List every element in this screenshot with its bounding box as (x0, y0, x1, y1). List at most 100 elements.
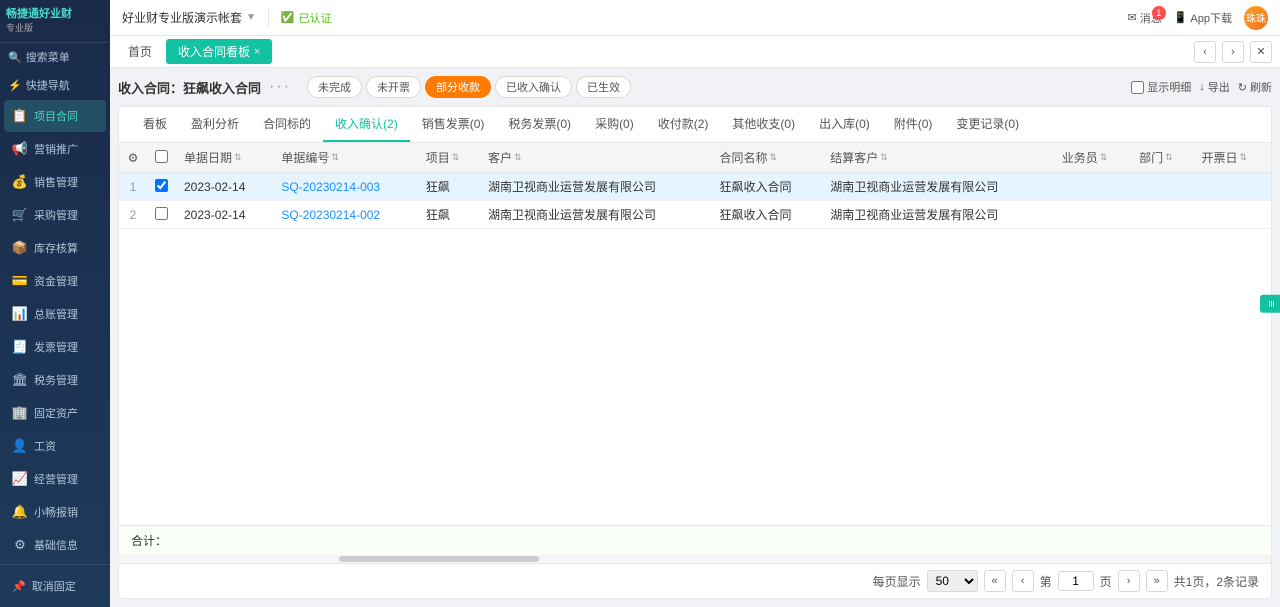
sort-contract[interactable]: 合同名称⇅ (720, 149, 778, 166)
sidebar-item-general[interactable]: 📊 总账管理 (4, 298, 106, 330)
sidebar-item-sales[interactable]: 💰 销售管理 (4, 166, 106, 198)
first-page-button[interactable]: « (984, 570, 1006, 592)
unpin-button[interactable]: 📌 取消固定 (4, 570, 106, 602)
subtab-profit[interactable]: 盈利分析 (179, 107, 251, 142)
content-area: 收入合同：狂飙收入合同 ··· 未完成 未开票 部分收款 已收入确认 已生效 显… (110, 68, 1280, 607)
logo-text: 畅捷通好业财 (6, 8, 72, 21)
next-tab-button[interactable]: › (1222, 41, 1244, 63)
row-project: 狂飙 (418, 201, 480, 229)
status-btn-effective[interactable]: 已生效 (576, 76, 631, 98)
contract-breadcrumb: 收入合同：狂飙收入合同 (118, 78, 261, 97)
general-icon: 📊 (12, 306, 28, 322)
export-icon: ↓ (1199, 81, 1205, 93)
avatar[interactable]: 珠珠 (1244, 6, 1268, 30)
chevron-down-icon: ▼ (246, 12, 256, 23)
table-row[interactable]: 1 2023-02-14 SQ-20230214-003 狂飙 湖南卫视商业运营… (119, 173, 1271, 201)
row-date: 2023-02-14 (176, 173, 273, 201)
mobile-icon: 📱 (1174, 11, 1188, 24)
right-float-action[interactable]: ≡ (1260, 294, 1280, 312)
sidebar-item-purchase[interactable]: 🛒 采购管理 (4, 199, 106, 231)
select-all-checkbox[interactable] (155, 150, 168, 163)
sidebar-item-tax[interactable]: 🏛 税务管理 (4, 364, 106, 396)
row-checkbox[interactable] (155, 179, 168, 192)
scrollbar-thumb[interactable] (339, 556, 539, 562)
status-btn-uninvoiced[interactable]: 未开票 (366, 76, 421, 98)
contract-breadcrumb-prefix: 收入合同： (118, 81, 183, 96)
subtab-tax-invoice[interactable]: 税务发票(0) (496, 107, 583, 142)
sort-settlement[interactable]: 结算客户⇅ (830, 149, 888, 166)
assets-icon: 🏢 (12, 405, 28, 421)
sort-open-date[interactable]: 开票日⇅ (1202, 149, 1248, 166)
row-salesperson (1054, 173, 1131, 201)
subtab-changelog[interactable]: 变更记录(0) (944, 107, 1031, 142)
topbar-divider (268, 8, 269, 28)
company-selector[interactable]: 好业财专业版演示帐套 ▼ (122, 9, 256, 26)
sidebar-item-project[interactable]: 📋 项目合同 (4, 100, 106, 132)
show-detail-input[interactable] (1131, 81, 1144, 94)
sort-number[interactable]: 单据编号⇅ (281, 149, 339, 166)
quick-nav-item[interactable]: ⚡ 快捷导航 (0, 71, 110, 99)
row-number-link[interactable]: SQ-20230214-002 (281, 208, 380, 222)
subtab-payment[interactable]: 收付款(2) (646, 107, 721, 142)
sort-icon: ⇅ (331, 152, 339, 163)
sidebar-item-label: 采购管理 (34, 207, 78, 223)
sidebar-item-inventory[interactable]: 📦 库存核算 (4, 232, 106, 264)
subtab-revenue[interactable]: 收入确认(2) (323, 107, 410, 142)
sidebar-item-base[interactable]: ⚙ 基础信息 (4, 529, 106, 561)
subtab-board[interactable]: 看板 (131, 107, 179, 142)
gear-icon[interactable]: ⚙ (128, 151, 139, 165)
subtab-warehouse[interactable]: 出入库(0) (807, 107, 882, 142)
page-indicator-prefix: 第 (1040, 573, 1052, 590)
home-tab[interactable]: 首页 (118, 39, 162, 64)
sidebar-item-invoice[interactable]: 🧾 发票管理 (4, 331, 106, 363)
sidebar-item-manage[interactable]: 📈 经营管理 (4, 463, 106, 495)
close-all-button[interactable]: ✕ (1250, 41, 1272, 63)
prev-page-button[interactable]: ‹ (1012, 570, 1034, 592)
sidebar-item-label: 工资 (34, 438, 56, 454)
active-tab[interactable]: 收入合同看板 × (166, 39, 272, 64)
sort-salesperson[interactable]: 业务员⇅ (1062, 149, 1108, 166)
sidebar-item-fund[interactable]: 💳 资金管理 (4, 265, 106, 297)
subtab-attachment[interactable]: 附件(0) (882, 107, 945, 142)
sidebar-scroll: 📋 项目合同 📢 营销推广 💰 销售管理 🛒 采购管理 📦 库存核算 💳 资金管… (0, 99, 110, 564)
sort-project[interactable]: 项目⇅ (426, 149, 460, 166)
messages-count-badge: 1 (1152, 6, 1166, 20)
col-salesperson-label: 业务员 (1062, 149, 1098, 166)
sidebar-item-report[interactable]: 🔔 小畅报销 (4, 496, 106, 528)
messages-button[interactable]: ✉ 消息 1 (1128, 10, 1162, 26)
sidebar-item-assets[interactable]: 🏢 固定资产 (4, 397, 106, 429)
subtab-subject[interactable]: 合同标的 (251, 107, 323, 142)
more-button[interactable]: ··· (269, 78, 291, 96)
subtab-purchase[interactable]: 采购(0) (583, 107, 646, 142)
horizontal-scrollbar[interactable] (119, 555, 1271, 563)
subtab-other[interactable]: 其他收支(0) (720, 107, 807, 142)
row-number-link[interactable]: SQ-20230214-003 (281, 180, 380, 194)
table-row[interactable]: 2 2023-02-14 SQ-20230214-002 狂飙 湖南卫视商业运营… (119, 201, 1271, 229)
last-page-button[interactable]: » (1146, 570, 1168, 592)
refresh-button[interactable]: ↻ 刷新 (1238, 79, 1272, 95)
status-btn-confirmed[interactable]: 已收入确认 (495, 76, 572, 98)
show-detail-label: 显示明细 (1147, 79, 1191, 95)
export-button[interactable]: ↓ 导出 (1199, 79, 1230, 95)
show-detail-checkbox[interactable]: 显示明细 (1131, 79, 1191, 95)
row-checkbox[interactable] (155, 207, 168, 220)
app-download-button[interactable]: 📱 App下载 (1174, 10, 1232, 26)
sidebar-item-hr[interactable]: 👤 工资 (4, 430, 106, 462)
search-menu-item[interactable]: 🔍 搜索菜单 (0, 43, 110, 71)
subtab-sales-invoice[interactable]: 销售发票(0) (410, 107, 497, 142)
per-page-select[interactable]: 50 20 100 (927, 570, 978, 592)
certified-badge: ✅ 已认证 (281, 10, 332, 26)
row-customer: 湖南卫视商业运营发展有限公司 (480, 173, 711, 201)
status-btn-partial[interactable]: 部分收款 (425, 76, 491, 98)
status-btn-incomplete[interactable]: 未完成 (307, 76, 362, 98)
sidebar-item-marketing[interactable]: 📢 营销推广 (4, 133, 106, 165)
sort-dept[interactable]: 部门⇅ (1139, 149, 1173, 166)
sort-customer[interactable]: 客户⇅ (488, 149, 522, 166)
prev-tab-button[interactable]: ‹ (1194, 41, 1216, 63)
fund-icon: 💳 (12, 273, 28, 289)
page-number-input[interactable] (1058, 571, 1094, 591)
close-tab-button[interactable]: × (254, 46, 260, 58)
col-number-label: 单据编号 (281, 149, 329, 166)
sort-date[interactable]: 单据日期⇅ (184, 149, 242, 166)
next-page-button[interactable]: › (1118, 570, 1140, 592)
